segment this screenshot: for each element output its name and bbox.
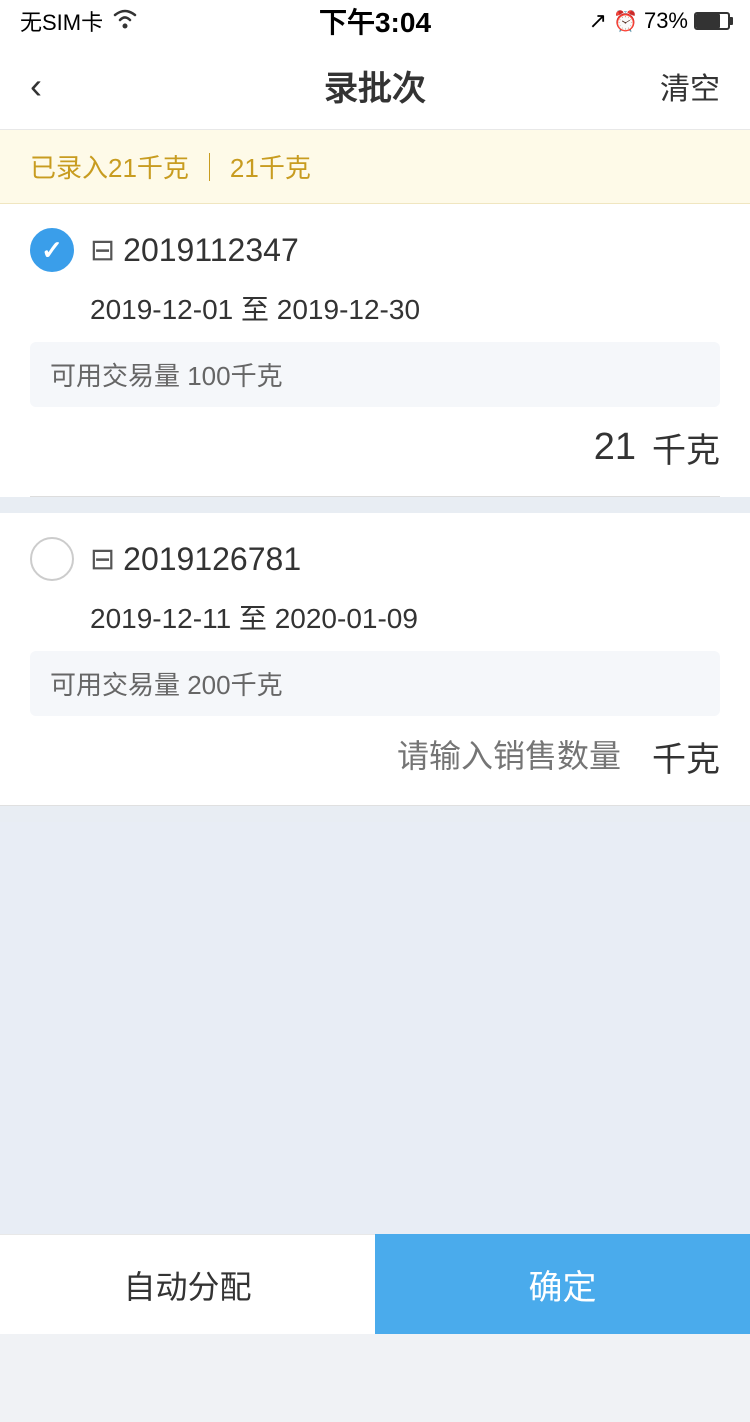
batch-1-quantity-row: 21 千克 (0, 407, 750, 496)
confirm-button[interactable]: 确定 (375, 1234, 750, 1334)
section-divider-2 (0, 806, 750, 822)
sim-text: 无SIM卡 (20, 5, 103, 37)
batch-item-1: ⊟ 2019112347 2019-12-01 至 2019-12-30 可用交… (0, 204, 750, 497)
batch-2-date-row: 2019-12-11 至 2020-01-09 (0, 591, 750, 643)
batch-2-quantity-row[interactable]: 千克 (0, 716, 750, 806)
batch-1-icon: ⊟ (90, 233, 115, 268)
location-icon: ↗ (589, 8, 607, 34)
batch-1-date-row: 2019-12-01 至 2019-12-30 (0, 282, 750, 334)
batch-2-avail-text: 可用交易量 200千克 (50, 670, 283, 700)
alarm-icon: ⏰ (613, 9, 638, 34)
batch-item-2: ⊟ 2019126781 2019-12-11 至 2020-01-09 可用交… (0, 513, 750, 806)
batch-2-unit: 千克 (652, 732, 720, 781)
auto-distribute-button[interactable]: 自动分配 (0, 1234, 375, 1334)
batch-1-id-row: ⊟ 2019112347 (90, 232, 299, 269)
battery-percent: 73% (644, 8, 688, 34)
info-banner: 已录入21千克 21千克 (0, 130, 750, 204)
batch-1-header: ⊟ 2019112347 (0, 204, 750, 282)
batch-1-unit: 千克 (652, 423, 720, 472)
batch-2-quantity-input[interactable] (336, 738, 636, 775)
section-divider-1 (0, 497, 750, 513)
status-bar: 无SIM卡 下午3:04 ↗ ⏰ 73% (0, 0, 750, 42)
batch-1-id: 2019112347 (123, 232, 299, 269)
battery-icon (694, 12, 730, 30)
batch-2-radio[interactable] (30, 537, 74, 581)
batch-2-avail: 可用交易量 200千克 (30, 651, 720, 716)
info-divider (209, 153, 210, 181)
batch-2-id: 2019126781 (123, 541, 301, 578)
batch-1-avail: 可用交易量 100千克 (30, 342, 720, 407)
batch-2-date: 2019-12-11 至 2020-01-09 (90, 597, 418, 637)
batch-2-id-row: ⊟ 2019126781 (90, 541, 301, 578)
back-button[interactable]: ‹ (30, 68, 42, 104)
batch-2-header: ⊟ 2019126781 (0, 513, 750, 591)
footer: 自动分配 确定 (0, 1234, 750, 1334)
batch-1-avail-text: 可用交易量 100千克 (50, 361, 283, 391)
batch-1-date: 2019-12-01 至 2019-12-30 (90, 288, 420, 328)
already-recorded-label: 已录入21千克 (30, 148, 189, 185)
batch-1-radio[interactable] (30, 228, 74, 272)
batch-2-icon: ⊟ (90, 542, 115, 577)
page-title: 录批次 (324, 61, 426, 110)
status-left: 无SIM卡 (20, 5, 139, 37)
status-right: ↗ ⏰ 73% (589, 8, 730, 34)
total-label: 21千克 (230, 148, 311, 185)
batch-1-quantity: 21 (594, 426, 636, 469)
nav-bar: ‹ 录批次 清空 (0, 42, 750, 130)
wifi-icon (111, 7, 139, 35)
time-display: 下午3:04 (319, 1, 431, 41)
clear-button[interactable]: 清空 (660, 64, 720, 108)
